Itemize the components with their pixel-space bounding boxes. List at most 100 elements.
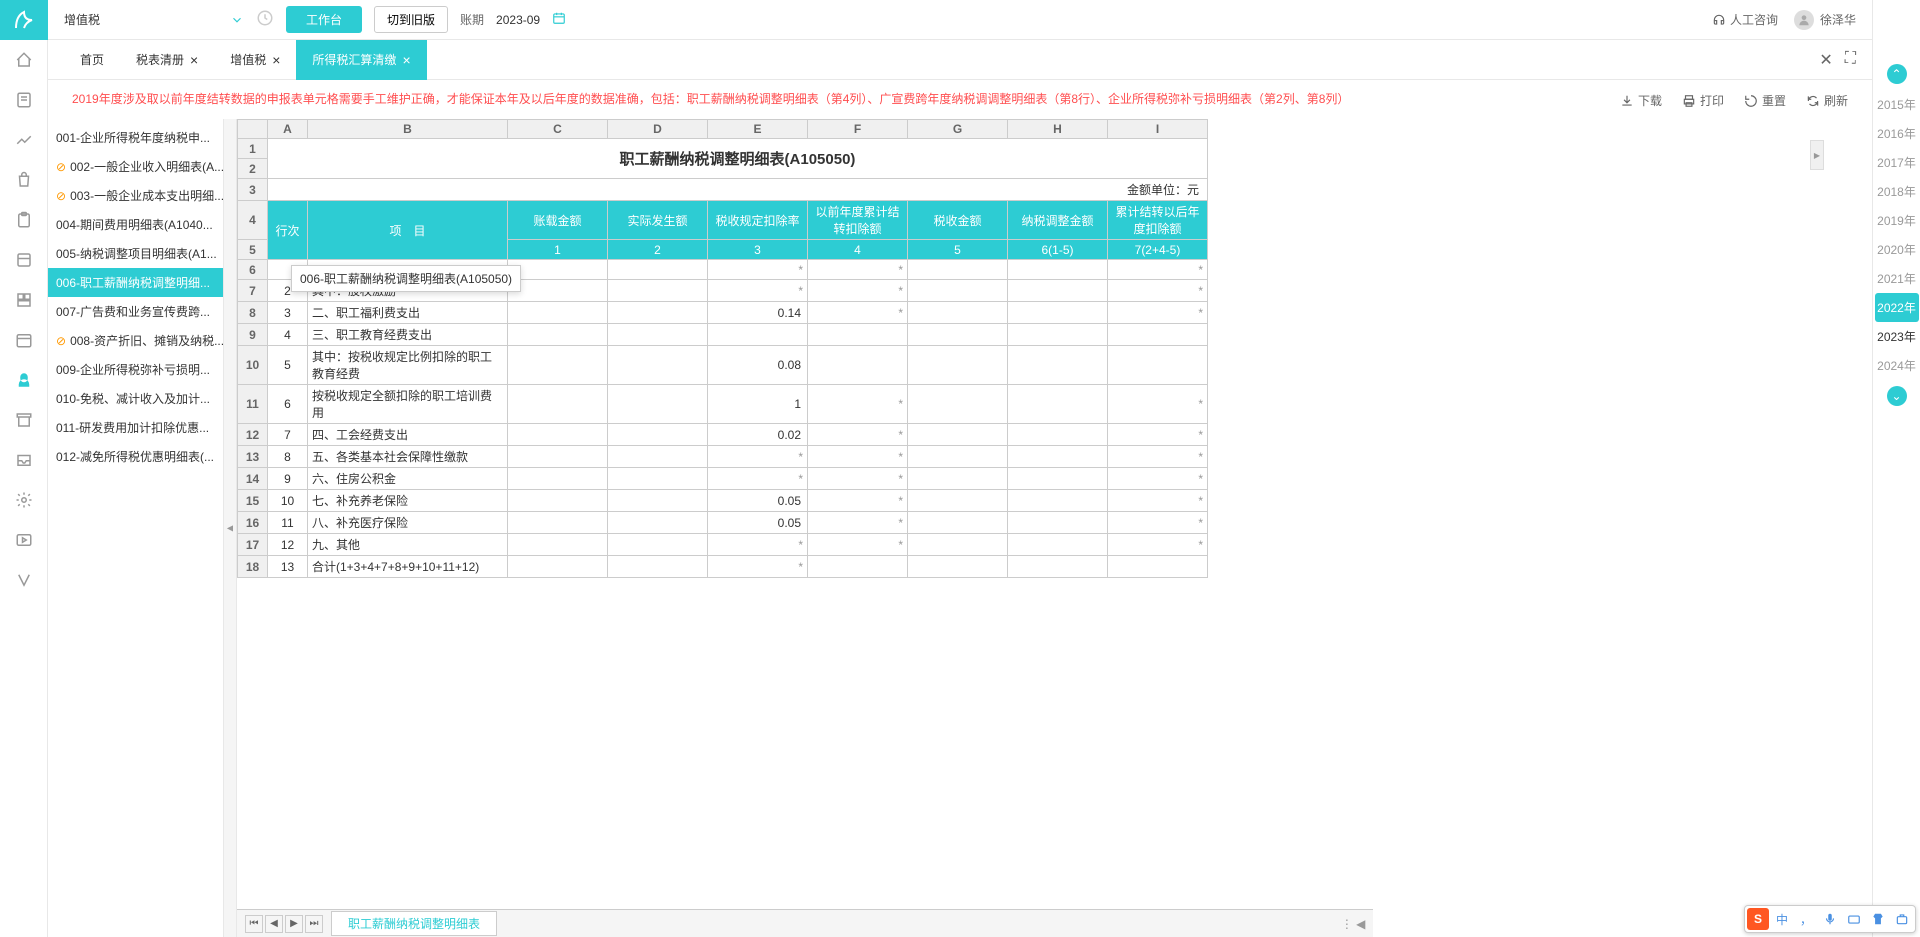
history-icon[interactable]: [256, 9, 274, 30]
sheet-cell[interactable]: [1008, 446, 1108, 468]
sheet-cell[interactable]: [1008, 302, 1108, 324]
sheet-cell[interactable]: [1008, 424, 1108, 446]
sheet-cell[interactable]: *: [1108, 302, 1208, 324]
nav-settings-icon[interactable]: [0, 480, 48, 520]
form-list-item[interactable]: 004-期间费用明细表(A1040...: [48, 210, 223, 239]
sheet-cell[interactable]: 合计(1+3+4+7+8+9+10+11+12): [308, 556, 508, 578]
sheet-cell[interactable]: [608, 302, 708, 324]
sheet-cell[interactable]: 0.05: [708, 490, 808, 512]
form-list-item[interactable]: 012-减免所得税优惠明细表(...: [48, 442, 223, 471]
sheet-cell[interactable]: *: [808, 490, 908, 512]
refresh-button[interactable]: 刷新: [1806, 92, 1848, 109]
ime-skin-icon[interactable]: [1867, 908, 1889, 930]
sheet-cell[interactable]: *: [708, 280, 808, 302]
sheet-cell[interactable]: 按税收规定全额扣除的职工培训费用: [308, 385, 508, 424]
sheet-cell[interactable]: 七、补充养老保险: [308, 490, 508, 512]
reset-button[interactable]: 重置: [1744, 92, 1786, 109]
sheet-cell[interactable]: *: [1108, 446, 1208, 468]
sheet-cell[interactable]: [608, 424, 708, 446]
print-button[interactable]: 打印: [1682, 92, 1724, 109]
sheet-cell[interactable]: *: [708, 556, 808, 578]
sheet-cell[interactable]: *: [1108, 490, 1208, 512]
sheet-tab[interactable]: 职工薪酬纳税调整明细表: [331, 911, 497, 936]
sheet-cell[interactable]: [608, 280, 708, 302]
year-item[interactable]: 2017年: [1875, 148, 1919, 177]
sheet-cell[interactable]: 六、住房公积金: [308, 468, 508, 490]
nav-form-icon[interactable]: [0, 240, 48, 280]
sheet-cell[interactable]: [908, 512, 1008, 534]
nav-chart-icon[interactable]: [0, 120, 48, 160]
sheet-cell[interactable]: 二、职工福利费支出: [308, 302, 508, 324]
sheet-cell[interactable]: *: [708, 260, 808, 280]
sheet-cell[interactable]: [608, 385, 708, 424]
tab-expand-icon[interactable]: ⛶: [1845, 50, 1856, 70]
sheet-cell[interactable]: [908, 385, 1008, 424]
year-item[interactable]: 2022年: [1875, 293, 1919, 322]
form-list-item[interactable]: 006-职工薪酬纳税调整明细...: [48, 268, 223, 297]
form-list-item[interactable]: 011-研发费用加计扣除优惠...: [48, 413, 223, 442]
ime-keyboard-icon[interactable]: [1843, 908, 1865, 930]
sheet-cell[interactable]: [908, 490, 1008, 512]
sheet-cell[interactable]: *: [808, 446, 908, 468]
sheet-cell[interactable]: [508, 512, 608, 534]
sheet-cell[interactable]: [508, 385, 608, 424]
form-list-item[interactable]: ⊘003-一般企业成本支出明细...: [48, 181, 223, 210]
sheet-cell[interactable]: 九、其他: [308, 534, 508, 556]
sheet-cell[interactable]: 0.02: [708, 424, 808, 446]
sheet-cell[interactable]: [1008, 385, 1108, 424]
sheet-cell[interactable]: *: [808, 260, 908, 280]
sheet-cell[interactable]: 12: [268, 534, 308, 556]
sheet-cell[interactable]: [1008, 490, 1108, 512]
nav-archive-icon[interactable]: [0, 400, 48, 440]
sheet-cell[interactable]: 1: [708, 385, 808, 424]
sheet-cell[interactable]: [1008, 346, 1108, 385]
year-item[interactable]: 2024年: [1875, 351, 1919, 380]
sheet-cell[interactable]: [508, 446, 608, 468]
user-menu[interactable]: 徐泽华: [1794, 10, 1856, 30]
sheet-cell[interactable]: [908, 280, 1008, 302]
tab-close-all-icon[interactable]: ✕: [1819, 50, 1832, 70]
sheet-cell[interactable]: [508, 346, 608, 385]
sheet-cell[interactable]: *: [808, 302, 908, 324]
nav-home-icon[interactable]: [0, 40, 48, 80]
sheet-nav-last-icon[interactable]: ⏭: [305, 915, 323, 933]
tab-close-icon[interactable]: ×: [272, 52, 280, 68]
sheet-cell[interactable]: [608, 534, 708, 556]
year-item[interactable]: 2019年: [1875, 206, 1919, 235]
ime-toolbox-icon[interactable]: [1891, 908, 1913, 930]
sheet-cell[interactable]: [1108, 346, 1208, 385]
form-list-item[interactable]: ⊘002-一般企业收入明细表(A...: [48, 152, 223, 181]
sheet-cell[interactable]: 8: [268, 446, 308, 468]
sheet-cell[interactable]: [508, 534, 608, 556]
sheet-cell[interactable]: *: [808, 424, 908, 446]
year-item[interactable]: 2015年: [1875, 90, 1919, 119]
collapse-sidebar-handle[interactable]: [223, 119, 237, 937]
sheet-cell[interactable]: [908, 346, 1008, 385]
sheet-cell[interactable]: [908, 446, 1008, 468]
sheet-cell[interactable]: 四、工会经费支出: [308, 424, 508, 446]
ime-logo-icon[interactable]: S: [1747, 908, 1769, 930]
tab-close-icon[interactable]: ×: [190, 52, 198, 68]
nav-inbox-icon[interactable]: [0, 440, 48, 480]
sheet-cell[interactable]: *: [808, 468, 908, 490]
ime-toolbar[interactable]: S 中 ，: [1744, 905, 1916, 933]
page-tab[interactable]: 税表清册×: [120, 40, 214, 80]
nav-tax-icon[interactable]: [0, 360, 48, 400]
expand-year-panel-handle[interactable]: ▶: [1810, 140, 1824, 170]
app-logo[interactable]: [0, 0, 48, 40]
form-list-item[interactable]: 009-企业所得税弥补亏损明...: [48, 355, 223, 384]
year-scroll-up-icon[interactable]: ⌃: [1887, 64, 1907, 84]
sheet-cell[interactable]: [608, 260, 708, 280]
sheet-cell[interactable]: *: [1108, 260, 1208, 280]
sheet-cell[interactable]: [608, 346, 708, 385]
sheet-cell[interactable]: [908, 324, 1008, 346]
sheet-cell[interactable]: [608, 512, 708, 534]
sheet-cell[interactable]: [1008, 534, 1108, 556]
year-item[interactable]: 2016年: [1875, 119, 1919, 148]
sheet-cell[interactable]: [1008, 260, 1108, 280]
sheet-cell[interactable]: [1108, 324, 1208, 346]
sheet-cell[interactable]: [608, 556, 708, 578]
period-value[interactable]: 2023-09: [496, 13, 540, 27]
sheet-cell[interactable]: *: [708, 534, 808, 556]
sheet-cell[interactable]: *: [808, 512, 908, 534]
